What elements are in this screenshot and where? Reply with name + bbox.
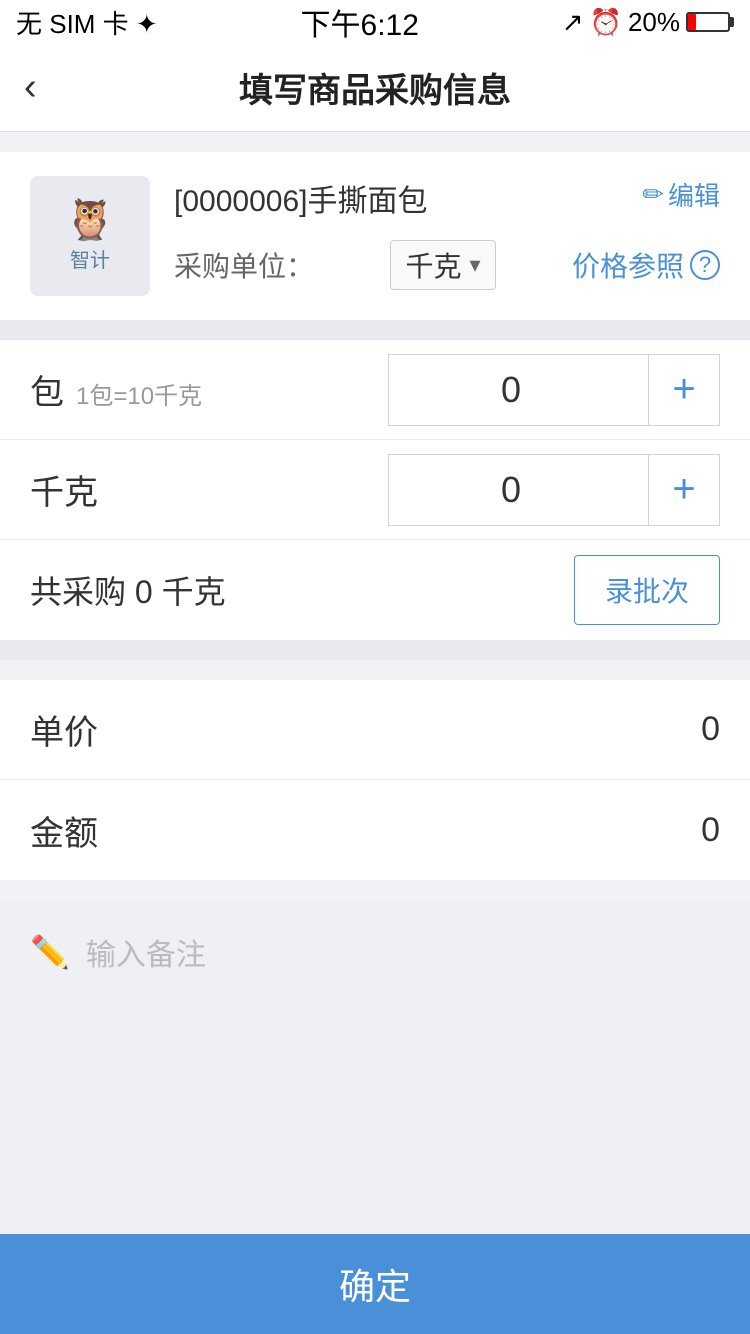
unit-price-label: 单价 (30, 705, 98, 754)
confirm-button[interactable]: 确定 (0, 1234, 750, 1334)
kg-plus-button[interactable]: + (648, 454, 720, 526)
bag-quantity-input[interactable] (388, 354, 648, 426)
amount-row: 金额 0 (0, 780, 750, 880)
unit-select[interactable]: 千克 ▾ (390, 240, 495, 290)
bag-label: 包 (30, 365, 64, 414)
pencil-icon: ✏️ (30, 933, 70, 971)
location-icon: ↗ (562, 7, 584, 38)
sim-label: 无 SIM 卡 ✦ (16, 4, 158, 41)
product-info: [0000006]手撕面包 ✏ 编辑 采购单位： 千克 ▾ 价格参照 ? (174, 176, 720, 290)
product-logo-icon: 🦉 (65, 200, 115, 240)
bag-label-group: 包 1包=10千克 (30, 365, 202, 414)
total-text: 共采购 0 千克 (30, 567, 226, 613)
unit-label: 采购单位： (174, 245, 314, 285)
edit-icon: ✏ (642, 179, 664, 210)
bag-sub-label: 1包=10千克 (76, 376, 202, 411)
battery-percent: 20% (628, 7, 680, 38)
input-section: 包 1包=10千克 + 千克 + 共采购 0 千克 录批次 (0, 340, 750, 640)
status-right: ↗ ⏰ 20% (562, 7, 734, 38)
unit-price-row: 单价 0 (0, 680, 750, 780)
chevron-down-icon: ▾ (469, 252, 480, 278)
product-image-text: 智计 (70, 244, 110, 273)
status-time: 下午6:12 (301, 0, 419, 44)
edit-button[interactable]: ✏ 编辑 (642, 176, 720, 213)
batch-button[interactable]: 录批次 (574, 555, 720, 625)
nav-bar: ‹ 填写商品采购信息 (0, 44, 750, 132)
back-button[interactable]: ‹ (24, 66, 37, 109)
status-bar: 无 SIM 卡 ✦ 下午6:12 ↗ ⏰ 20% (0, 0, 750, 44)
bag-input-controls: + (388, 354, 720, 426)
status-left: 无 SIM 卡 ✦ (16, 4, 158, 41)
alarm-icon: ⏰ (590, 7, 622, 38)
price-section: 单价 0 金额 0 (0, 680, 750, 880)
battery-icon (686, 12, 734, 32)
kg-label-group: 千克 (30, 465, 98, 514)
info-icon: ? (690, 250, 720, 280)
product-name: [0000006]手撕面包 (174, 176, 427, 220)
amount-value: 0 (701, 811, 720, 850)
kg-input-controls: + (388, 454, 720, 526)
section-divider-1 (0, 320, 750, 340)
kg-label: 千克 (30, 465, 98, 514)
unit-value: 千克 (405, 245, 461, 285)
bag-input-row: 包 1包=10千克 + (0, 340, 750, 440)
content-area (0, 1004, 750, 1264)
kg-input-row: 千克 + (0, 440, 750, 540)
kg-quantity-input[interactable] (388, 454, 648, 526)
total-row: 共采购 0 千克 录批次 (0, 540, 750, 640)
remark-section[interactable]: ✏️ 输入备注 (0, 900, 750, 1004)
unit-row: 采购单位： 千克 ▾ 价格参照 ? (174, 240, 720, 290)
unit-price-value: 0 (701, 710, 720, 749)
price-ref-button[interactable]: 价格参照 ? (572, 245, 720, 285)
amount-label: 金额 (30, 806, 98, 855)
product-card: 🦉 智计 [0000006]手撕面包 ✏ 编辑 采购单位： 千克 ▾ 价格参照 … (0, 152, 750, 320)
page-title: 填写商品采购信息 (239, 63, 511, 112)
section-divider-2 (0, 640, 750, 660)
product-header: [0000006]手撕面包 ✏ 编辑 (174, 176, 720, 220)
bag-plus-button[interactable]: + (648, 354, 720, 426)
remark-placeholder: 输入备注 (86, 930, 206, 974)
product-image: 🦉 智计 (30, 176, 150, 296)
